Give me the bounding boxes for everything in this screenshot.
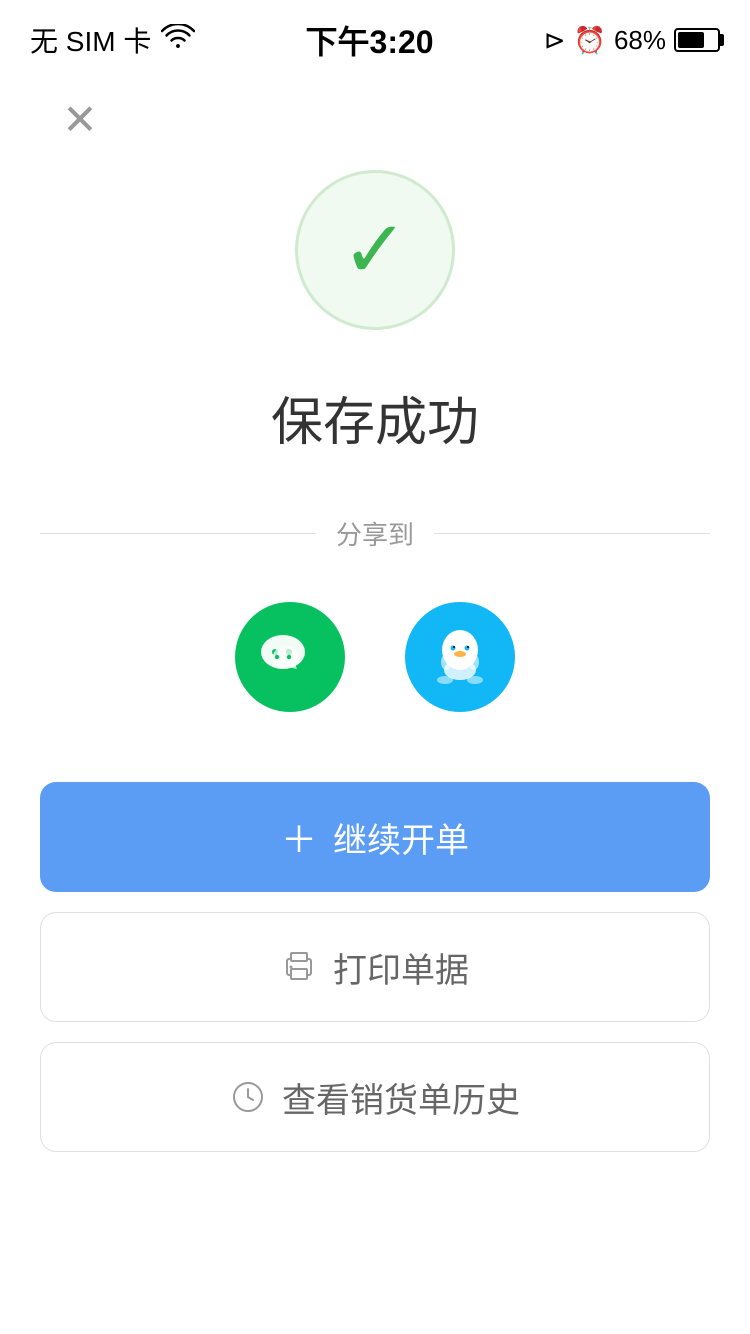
success-title: 保存成功 xyxy=(271,380,479,455)
history-icon xyxy=(230,1079,266,1115)
status-left: 无 SIM 卡 xyxy=(30,20,195,60)
carrier-text: 无 SIM 卡 xyxy=(30,20,151,60)
wechat-icon xyxy=(257,630,323,684)
share-divider: 分享到 xyxy=(40,515,710,552)
battery-percent: 68% xyxy=(614,25,666,56)
divider-line-left xyxy=(40,533,316,534)
divider-line-right xyxy=(434,533,710,534)
continue-label: 继续开单 xyxy=(333,813,469,862)
success-circle: ✓ xyxy=(295,170,455,330)
share-qq-button[interactable] xyxy=(405,602,515,712)
history-button[interactable]: 查看销货单历史 xyxy=(40,1042,710,1152)
share-icons xyxy=(235,602,515,712)
location-icon: ⊳ xyxy=(544,25,566,56)
close-button[interactable]: ✕ xyxy=(50,90,110,150)
battery-icon xyxy=(674,28,720,52)
close-icon: ✕ xyxy=(62,99,97,141)
plus-icon: ＋ xyxy=(281,811,317,863)
action-buttons: ＋ 继续开单 打印单据 查看销货单历史 xyxy=(40,782,710,1172)
checkmark-icon: ✓ xyxy=(341,210,408,290)
main-content: ✓ 保存成功 分享到 xyxy=(0,80,750,1172)
status-bar: 无 SIM 卡 下午3:20 ⊳ ⏰ 68% xyxy=(0,0,750,80)
alarm-icon: ⏰ xyxy=(574,25,606,56)
share-label: 分享到 xyxy=(336,515,414,552)
continue-button[interactable]: ＋ 继续开单 xyxy=(40,782,710,892)
qq-icon xyxy=(432,624,488,690)
history-label: 查看销货单历史 xyxy=(282,1073,520,1122)
print-button[interactable]: 打印单据 xyxy=(40,912,710,1022)
share-wechat-button[interactable] xyxy=(235,602,345,712)
wifi-icon xyxy=(161,24,195,57)
print-label: 打印单据 xyxy=(333,943,469,992)
status-right: ⊳ ⏰ 68% xyxy=(544,25,720,56)
print-icon xyxy=(281,949,317,985)
time-display: 下午3:20 xyxy=(306,17,434,63)
